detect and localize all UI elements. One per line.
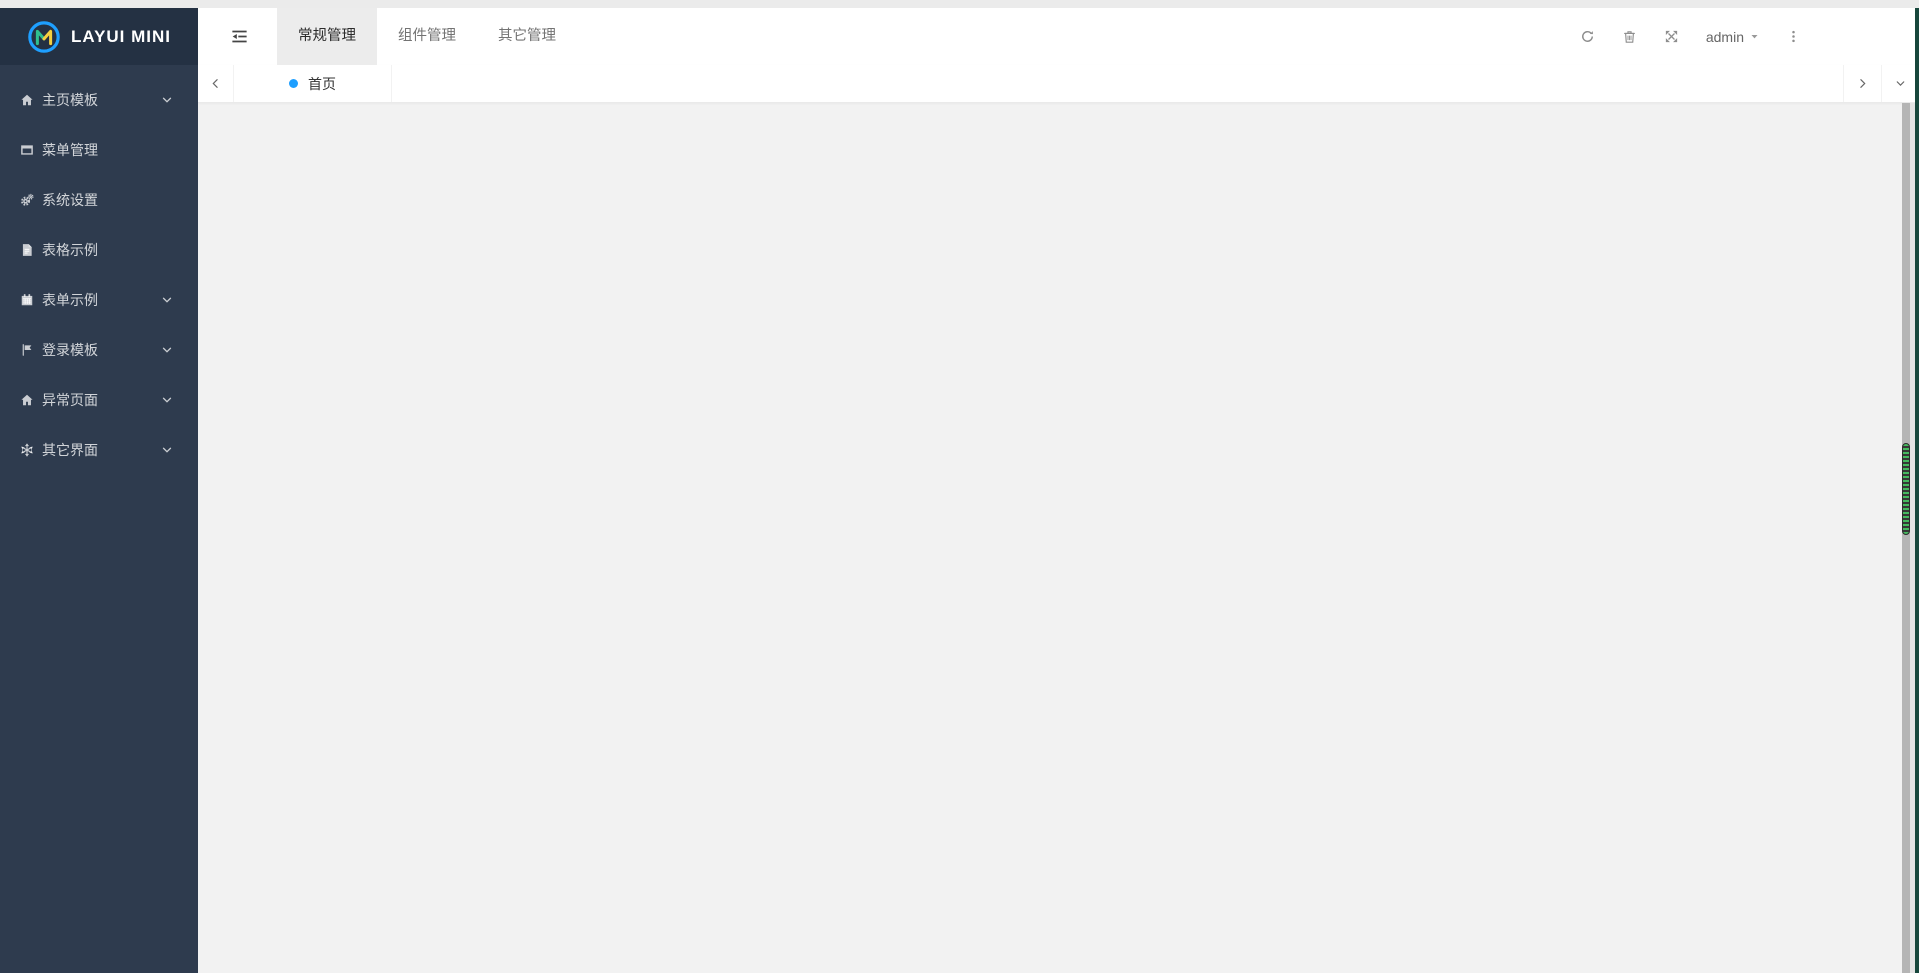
chevron-down-icon <box>160 443 182 457</box>
sidebar-item[interactable]: 其它界面 <box>0 425 198 475</box>
sidebar: LAYUI MINI 主页模板菜单管理系统设置表格示例表单示例登录模板异常页面其… <box>0 8 198 973</box>
sidebar-item-label: 菜单管理 <box>42 140 182 160</box>
file-icon <box>20 243 42 257</box>
chevron-down-icon <box>160 343 182 357</box>
refresh-icon[interactable] <box>1580 29 1595 44</box>
flag-icon <box>20 343 42 357</box>
app-title: LAYUI MINI <box>71 27 171 47</box>
header-actions: admin <box>1580 8 1801 65</box>
home-icon <box>20 93 42 107</box>
sidebar-item-label: 系统设置 <box>42 190 182 210</box>
tab-scroll-left-icon[interactable] <box>198 65 234 102</box>
main-content: 数据统计 用户统计1234当前分类总记录数实时商品统计1234当前分类总记录数实… <box>396 111 1919 138</box>
clear-cache-icon[interactable] <box>1622 29 1637 44</box>
calendar-icon <box>20 293 42 307</box>
sidebar-item[interactable]: 异常页面 <box>0 375 198 425</box>
tab-home[interactable]: 首页 <box>234 65 392 102</box>
username: admin <box>1706 29 1744 45</box>
sidebar-item[interactable]: 登录模板 <box>0 325 198 375</box>
active-tab-dot <box>289 79 298 88</box>
sidebar-item[interactable]: 表单示例 <box>0 275 198 325</box>
sidebar-menu: 主页模板菜单管理系统设置表格示例表单示例登录模板异常页面其它界面 <box>0 65 198 475</box>
sidebar-item-label: 表单示例 <box>42 290 160 310</box>
sidebar-item-label: 登录模板 <box>42 340 160 360</box>
tab-home-label: 首页 <box>308 74 336 94</box>
module-tab[interactable]: 其它管理 <box>477 8 577 65</box>
sidebar-item-label: 异常页面 <box>42 390 160 410</box>
collapse-menu-icon[interactable] <box>230 27 249 46</box>
layui-logo-icon <box>27 20 61 54</box>
chevron-down-icon <box>160 93 182 107</box>
sidebar-item-label: 其它界面 <box>42 440 160 460</box>
chevron-down-icon <box>160 293 182 307</box>
top-header: 常规管理组件管理其它管理 admin <box>198 8 1919 65</box>
caret-down-icon <box>1750 32 1759 41</box>
sidebar-item-label: 主页模板 <box>42 90 160 110</box>
sidebar-item[interactable]: 菜单管理 <box>0 125 198 175</box>
module-tabs: 常规管理组件管理其它管理 <box>277 8 577 65</box>
window-top-strip <box>0 0 1919 8</box>
fullscreen-icon[interactable] <box>1664 29 1679 44</box>
scrollbar-thumb[interactable] <box>1902 443 1910 535</box>
module-tab[interactable]: 组件管理 <box>377 8 477 65</box>
tab-bar: 首页 <box>198 65 1919 103</box>
logo[interactable]: LAYUI MINI <box>0 8 198 65</box>
tab-operations-icon[interactable] <box>1881 65 1919 102</box>
snowflake-icon <box>20 443 42 457</box>
home-icon <box>20 393 42 407</box>
user-menu[interactable]: admin <box>1706 29 1759 45</box>
window-icon <box>20 143 42 157</box>
chevron-down-icon <box>160 393 182 407</box>
sidebar-item-label: 表格示例 <box>42 240 182 260</box>
scrollbar-track[interactable] <box>1902 103 1910 973</box>
more-menu-icon[interactable] <box>1786 29 1801 44</box>
sidebar-item[interactable]: 表格示例 <box>0 225 198 275</box>
sidebar-item[interactable]: 系统设置 <box>0 175 198 225</box>
module-tab[interactable]: 常规管理 <box>277 8 377 65</box>
sidebar-item[interactable]: 主页模板 <box>0 75 198 125</box>
window-edge-strip <box>1915 8 1919 973</box>
tab-scroll-right-icon[interactable] <box>1843 65 1881 102</box>
gears-icon <box>20 193 42 207</box>
